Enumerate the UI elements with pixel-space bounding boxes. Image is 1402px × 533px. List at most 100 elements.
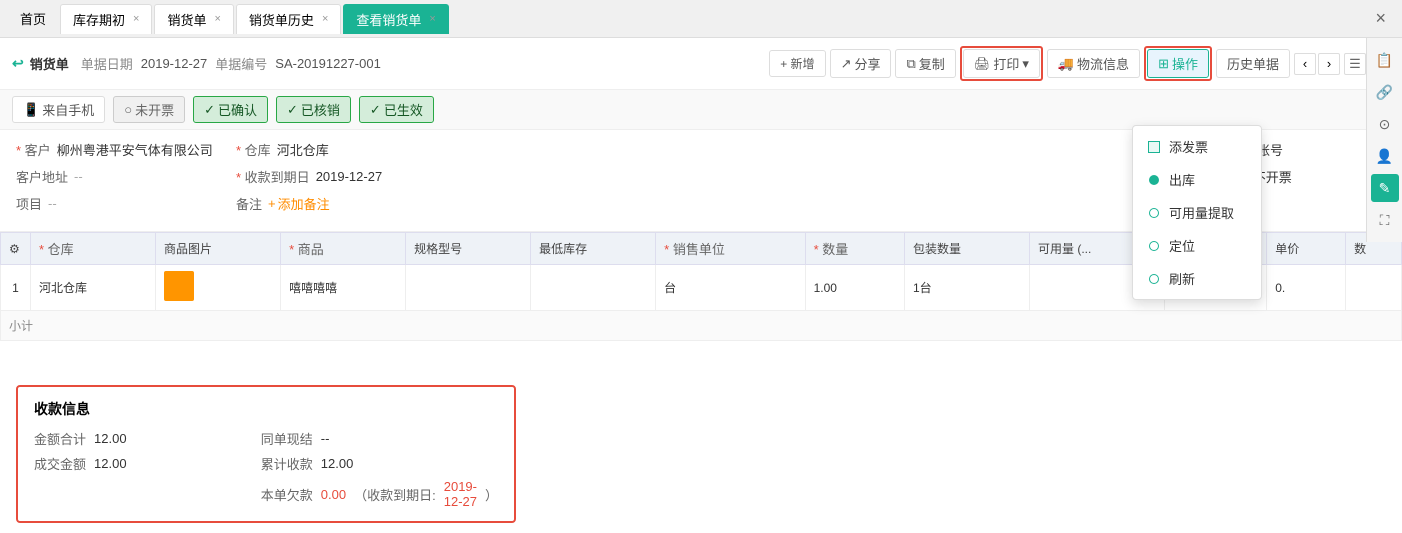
this-order-label: 本单欠款 (261, 485, 313, 504)
confirmed-badge[interactable]: ✓ 已确认 (193, 96, 268, 123)
qty-cell: 1.00 (805, 265, 904, 311)
due-date-value: 2019-12-27 (316, 169, 383, 184)
copy-icon: ⧉ (906, 56, 915, 72)
warehouse-header: 仓库 (31, 233, 156, 265)
amount-cell (1346, 265, 1402, 311)
payment-grid: 金额合计 12.00 同单现结 -- 成交金额 12.00 累计收款 12.00… (34, 429, 498, 509)
product-img-header: 商品图片 (156, 233, 281, 265)
prev-arrow[interactable]: ‹ (1294, 53, 1316, 75)
operate-button[interactable]: ⊞ 操作 (1147, 49, 1209, 78)
doc-type-label: 销货单 (30, 54, 69, 73)
product-cell: 嘻嘻嘻嘻 (281, 265, 406, 311)
transaction-row: 成交金额 12.00 (34, 454, 241, 473)
operate-icon: ⊞ (1158, 56, 1169, 72)
amount-total-value: 12.00 (94, 431, 127, 446)
spec-header: 规格型号 (406, 233, 531, 265)
tab-sales-order[interactable]: 销货单 × (154, 4, 233, 34)
doc-header: ↩ 销货单 单据日期 2019-12-27 单据编号 SA-20191227-0… (0, 38, 1402, 90)
refresh-item[interactable]: 刷新 (1133, 262, 1261, 295)
tab-view-sales[interactable]: 查看销货单 × (343, 4, 448, 34)
unit-cell: 台 (656, 265, 805, 311)
sidebar-icon-3[interactable]: ⊙ (1371, 110, 1399, 138)
add-invoice-item[interactable]: 添发票 (1133, 130, 1261, 163)
transaction-value: 12.00 (94, 456, 127, 471)
no-label: 单据编号 (215, 54, 267, 73)
logistics-button[interactable]: 🚚 物流信息 (1047, 49, 1140, 78)
close-tab-sales[interactable]: × (214, 13, 220, 25)
unit-header: 销售单位 (656, 233, 805, 265)
list-view-button[interactable]: ☰ (1344, 53, 1366, 75)
add-note-button[interactable]: + 添加备注 (268, 194, 330, 213)
due-date-label: 收款到期日 (236, 167, 310, 186)
close-tab-history[interactable]: × (322, 13, 328, 25)
sidebar-icon-5[interactable]: ✎ (1371, 174, 1399, 202)
product-header: 商品 (281, 233, 406, 265)
tab-home[interactable]: 首页 (8, 3, 58, 34)
address-value: -- (74, 169, 83, 184)
note-label: 备注 (236, 194, 262, 213)
from-phone-button[interactable]: 📱 来自手机 (12, 96, 105, 123)
subtotal-row: 小计 (1, 311, 1402, 341)
cancelled-badge[interactable]: ✓ 已核销 (276, 96, 351, 123)
due-date-field: 收款到期日 2019-12-27 (236, 167, 436, 186)
project-value: -- (48, 196, 57, 211)
subtotal-cell: 小计 (1, 311, 1402, 341)
close-tab-view[interactable]: × (429, 13, 435, 25)
add-button[interactable]: + 新增 (769, 50, 825, 77)
due-date-payment: 2019-12-27 (444, 479, 477, 509)
available-pickup-item[interactable]: 可用量提取 (1133, 196, 1261, 229)
print-button[interactable]: 🖨 打印 ▾ (963, 49, 1040, 78)
refresh-label: 刷新 (1169, 269, 1195, 288)
no-value: SA-20191227-001 (275, 56, 381, 71)
check-icon3: ✓ (370, 102, 381, 118)
copy-button[interactable]: ⧉ 复制 (895, 49, 955, 78)
warehouse-label: 仓库 (236, 140, 271, 159)
payment-box: 收款信息 金额合计 12.00 同单现结 -- 成交金额 12.00 累计收款 … (16, 385, 516, 523)
sidebar-icon-4[interactable]: 👤 (1371, 142, 1399, 170)
locate-icon (1147, 239, 1161, 253)
cumulative-row: 累计收款 12.00 (261, 454, 498, 473)
product-img-cell (156, 265, 281, 311)
transaction-label: 成交金额 (34, 454, 86, 473)
sidebar-icon-6[interactable]: ⛶ (1371, 206, 1399, 234)
customer-field: 客户 柳州粤港平安气体有限公司 (16, 140, 216, 159)
check-icon: ✓ (204, 102, 215, 118)
outbound-icon (1147, 173, 1161, 187)
logistics-icon: 🚚 (1058, 56, 1074, 72)
history-button[interactable]: 历史单据 (1216, 49, 1290, 78)
unit-price-cell: 0. (1267, 265, 1346, 311)
tab-sales-history[interactable]: 销货单历史 × (236, 4, 341, 34)
cumulative-label: 累计收款 (261, 454, 313, 473)
due-end: ） (485, 485, 498, 504)
not-open-badge[interactable]: ○ 未开票 (113, 96, 185, 123)
sidebar-icon-2[interactable]: 🔗 (1371, 78, 1399, 106)
outbound-label: 出库 (1169, 170, 1195, 189)
pkg-qty-cell: 1台 (904, 265, 1029, 311)
effective-badge[interactable]: ✓ 已生效 (359, 96, 434, 123)
product-image (164, 271, 194, 301)
next-arrow[interactable]: › (1318, 53, 1340, 75)
circle-icon: ○ (124, 102, 132, 117)
share-button[interactable]: ↗ 分享 (830, 49, 892, 78)
warehouse-cell: 河北仓库 (31, 265, 156, 311)
payment-title: 收款信息 (34, 399, 498, 419)
tab-inventory-init[interactable]: 库存期初 × (60, 4, 152, 34)
locate-label: 定位 (1169, 236, 1195, 255)
print-dropdown-arrow[interactable]: ▾ (1022, 56, 1029, 72)
doc-actions: + 新增 ↗ 分享 ⧉ 复制 🖨 打印 ▾ 🚚 物流信息 (769, 46, 1390, 81)
check-icon2: ✓ (287, 102, 298, 118)
same-order-row: 同单现结 -- (261, 429, 498, 448)
pkg-qty-header: 包装数量 (904, 233, 1029, 265)
sidebar-icon-1[interactable]: 📋 (1371, 46, 1399, 74)
close-tab-inventory[interactable]: × (133, 13, 139, 25)
unit-price-header: 单价 (1267, 233, 1346, 265)
close-window-button[interactable]: × (1367, 8, 1394, 29)
plus-icon: + (268, 196, 276, 211)
available-pickup-icon (1147, 206, 1161, 220)
second-toolbar: 📱 来自手机 ○ 未开票 ✓ 已确认 ✓ 已核销 ✓ 已生效 (0, 90, 1402, 130)
locate-item[interactable]: 定位 (1133, 229, 1261, 262)
due-note: （收款到期日: (354, 485, 436, 504)
add-invoice-label: 添发票 (1169, 137, 1208, 156)
address-label: 客户地址 (16, 167, 68, 186)
outbound-item[interactable]: 出库 (1133, 163, 1261, 196)
